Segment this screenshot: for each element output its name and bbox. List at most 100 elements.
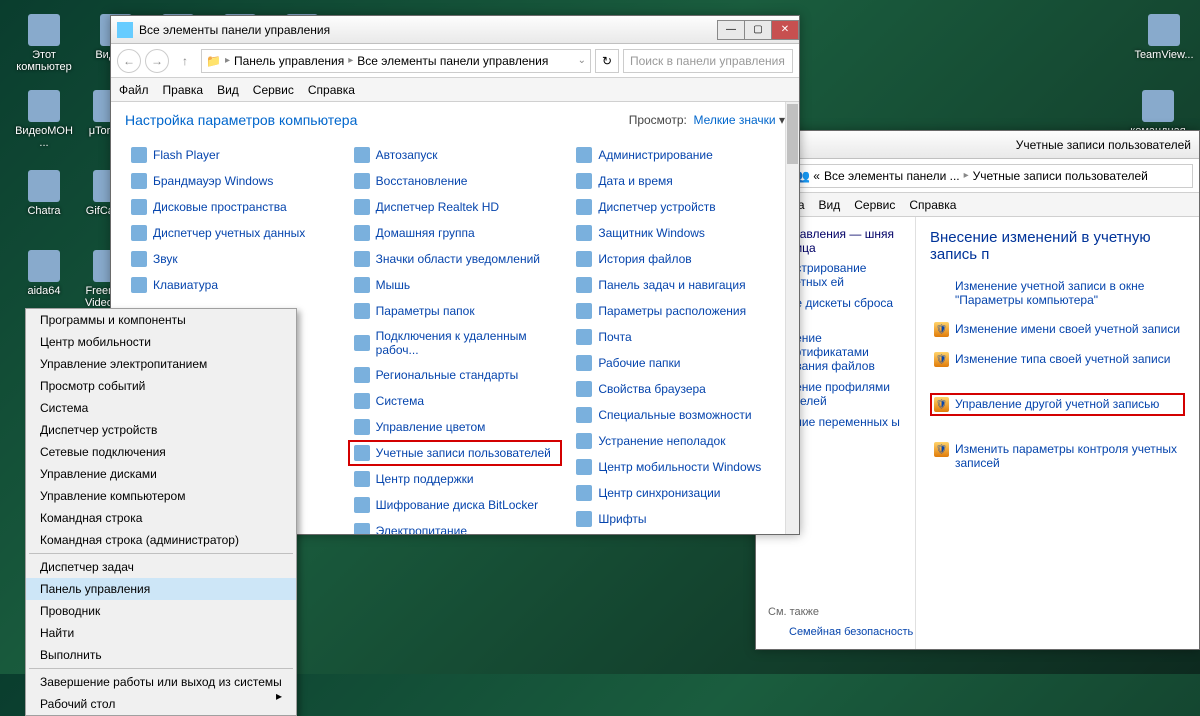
control-panel-item[interactable]: Автозапуск — [348, 142, 563, 168]
refresh-button[interactable]: ↻ — [595, 49, 619, 73]
item-icon — [576, 225, 592, 241]
control-panel-item[interactable]: Восстановление — [348, 168, 563, 194]
control-panel-item[interactable]: Дисковые пространства — [125, 194, 340, 220]
control-panel-item[interactable]: Язык — [570, 532, 785, 534]
page-heading: Внесение изменений в учетную запись п — [930, 229, 1185, 263]
context-menu-item[interactable]: Управление компьютером — [26, 485, 296, 507]
item-icon — [576, 381, 592, 397]
context-menu-item[interactable]: Система — [26, 397, 296, 419]
context-menu-item[interactable]: Просмотр событий — [26, 375, 296, 397]
menu-file[interactable]: Файл — [119, 83, 149, 97]
item-icon — [354, 445, 370, 461]
context-menu-item[interactable]: Управление электропитанием — [26, 353, 296, 375]
maximize-button[interactable]: ▢ — [744, 20, 772, 40]
context-menu-item[interactable]: Программы и компоненты — [26, 309, 296, 331]
context-menu-item[interactable]: Диспетчер задач — [26, 556, 296, 578]
item-icon — [576, 329, 592, 345]
forward-button[interactable]: → — [145, 49, 169, 73]
desktop-icon[interactable]: Этот компьютер — [14, 14, 74, 73]
titlebar[interactable]: Учетные записи пользователей — [756, 131, 1199, 159]
control-panel-item[interactable]: Дата и время — [570, 168, 785, 194]
control-panel-item[interactable]: Защитник Windows — [570, 220, 785, 246]
desktop-icon[interactable]: ВидеоМОН... — [14, 90, 74, 149]
context-menu-item[interactable]: Управление дисками — [26, 463, 296, 485]
account-option[interactable]: Управление другой учетной записью — [930, 393, 1185, 416]
menu-help[interactable]: Справка — [909, 198, 956, 212]
item-icon — [131, 199, 147, 215]
close-button[interactable]: ✕ — [771, 20, 799, 40]
control-panel-item[interactable]: Система — [348, 388, 563, 414]
item-icon — [131, 277, 147, 293]
control-panel-item[interactable]: Центр синхронизации — [570, 480, 785, 506]
item-icon — [576, 251, 592, 267]
minimize-button[interactable]: — — [717, 20, 745, 40]
account-option[interactable]: Изменение учетной записи в окне "Парамет… — [930, 275, 1185, 311]
page-heading: Настройка параметров компьютера — [125, 112, 357, 128]
shield-icon — [934, 352, 949, 367]
menu-help[interactable]: Справка — [308, 83, 355, 97]
menu-service[interactable]: Сервис — [854, 198, 895, 212]
account-option[interactable]: Изменение типа своей учетной записи — [930, 348, 1185, 371]
up-button[interactable]: ↑ — [173, 49, 197, 73]
control-panel-item[interactable]: Панель задач и навигация — [570, 272, 785, 298]
control-panel-item[interactable]: Звук — [125, 246, 340, 272]
control-panel-item[interactable]: Параметры папок — [348, 298, 563, 324]
item-icon — [576, 277, 592, 293]
control-panel-item[interactable]: Почта — [570, 324, 785, 350]
context-menu-item[interactable]: Найти — [26, 622, 296, 644]
control-panel-item[interactable]: Свойства браузера — [570, 376, 785, 402]
control-panel-item[interactable]: Диспетчер устройств — [570, 194, 785, 220]
context-menu-item[interactable]: Сетевые подключения — [26, 441, 296, 463]
control-panel-item[interactable]: Значки области уведомлений — [348, 246, 563, 272]
control-panel-item[interactable]: Электропитание — [348, 518, 563, 534]
context-menu-item[interactable]: Выполнить — [26, 644, 296, 666]
control-panel-item[interactable]: Шифрование диска BitLocker — [348, 492, 563, 518]
control-panel-item[interactable]: Центр поддержки — [348, 466, 563, 492]
control-panel-item[interactable]: Шрифты — [570, 506, 785, 532]
context-menu-item[interactable]: Диспетчер устройств — [26, 419, 296, 441]
back-button[interactable]: ← — [117, 49, 141, 73]
control-panel-item[interactable]: Брандмауэр Windows — [125, 168, 340, 194]
menu-edit[interactable]: Правка — [163, 83, 204, 97]
context-menu-item[interactable]: Рабочий стол — [26, 693, 296, 715]
see-also-item[interactable]: Семейная безопасность — [768, 624, 913, 639]
control-panel-item[interactable]: Управление цветом — [348, 414, 563, 440]
desktop-icon[interactable]: aida64 — [14, 250, 74, 297]
context-menu-item[interactable]: Панель управления — [26, 578, 296, 600]
account-option[interactable]: Изменить параметры контроля учетных запи… — [930, 438, 1185, 474]
context-menu-item[interactable]: Командная строка (администратор) — [26, 529, 296, 551]
control-panel-item[interactable]: Клавиатура — [125, 272, 340, 298]
context-menu-item[interactable]: Завершение работы или выход из системы▸ — [26, 671, 296, 693]
search-input[interactable]: Поиск в панели управления — [623, 49, 793, 73]
control-panel-item[interactable]: Рабочие папки — [570, 350, 785, 376]
control-panel-item[interactable]: Администрирование — [570, 142, 785, 168]
control-panel-item[interactable]: Параметры расположения — [570, 298, 785, 324]
control-panel-item[interactable]: Мышь — [348, 272, 563, 298]
control-panel-item[interactable]: Диспетчер Realtek HD — [348, 194, 563, 220]
control-panel-item[interactable]: Учетные записи пользователей — [348, 440, 563, 466]
account-option[interactable]: Изменение имени своей учетной записи — [930, 318, 1185, 341]
menu-service[interactable]: Сервис — [253, 83, 294, 97]
control-panel-item[interactable]: Flash Player — [125, 142, 340, 168]
control-panel-item[interactable]: Региональные стандарты — [348, 362, 563, 388]
control-panel-item[interactable]: Диспетчер учетных данных — [125, 220, 340, 246]
control-panel-item[interactable]: Специальные возможности — [570, 402, 785, 428]
control-panel-item[interactable]: Центр мобильности Windows — [570, 454, 785, 480]
menu-view[interactable]: Вид — [819, 198, 841, 212]
control-panel-item[interactable]: Подключения к удаленным рабоч... — [348, 324, 563, 362]
scrollbar[interactable] — [785, 102, 799, 534]
context-menu-item[interactable]: Центр мобильности — [26, 331, 296, 353]
control-panel-item[interactable]: Устранение неполадок — [570, 428, 785, 454]
titlebar[interactable]: Все элементы панели управления — ▢ ✕ — [111, 16, 799, 44]
context-menu-item[interactable]: Проводник — [26, 600, 296, 622]
desktop-icon[interactable]: TeamView... — [1134, 14, 1194, 61]
control-panel-item[interactable]: История файлов — [570, 246, 785, 272]
breadcrumb[interactable]: 📁 ▸ Панель управления ▸ Все элементы пан… — [201, 49, 591, 73]
menu-bar: Правка Вид Сервис Справка — [756, 193, 1199, 217]
breadcrumb[interactable]: 👥 « Все элементы панели ... ▸ Учетные за… — [790, 164, 1193, 188]
context-menu-item[interactable]: Командная строка — [26, 507, 296, 529]
menu-view[interactable]: Вид — [217, 83, 239, 97]
control-panel-item[interactable]: Домашняя группа — [348, 220, 563, 246]
desktop-icon[interactable]: Chatra — [14, 170, 74, 217]
view-selector[interactable]: Просмотр: Мелкие значки ▾ — [629, 113, 785, 127]
